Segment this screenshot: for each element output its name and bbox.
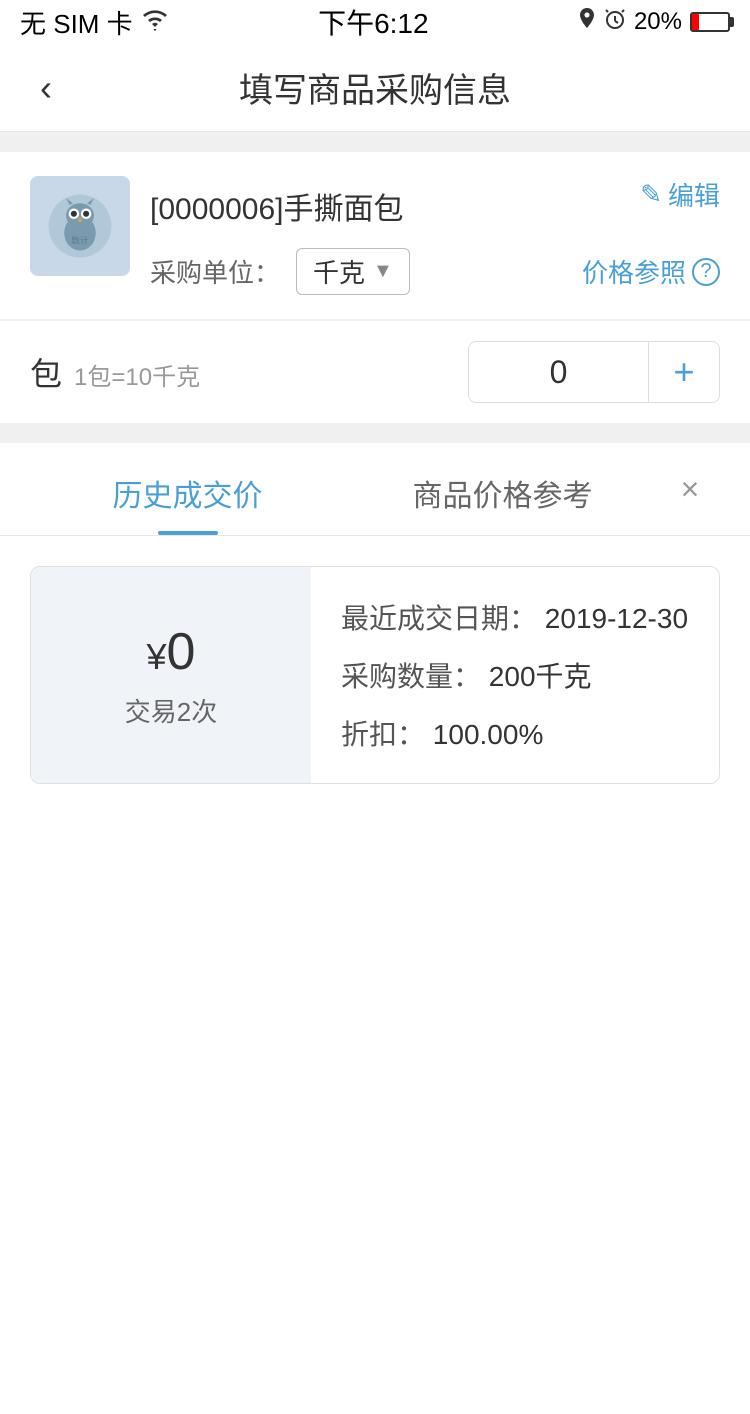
product-logo: 数计 [45,191,115,261]
quantity-input[interactable] [469,342,649,402]
unit-selector[interactable]: 千克 ▼ [296,248,410,295]
history-price-section: ¥0 交易2次 [31,567,311,783]
carrier-text: 无 SIM 卡 [20,4,133,41]
unit-label: 采购单位： [150,253,280,290]
nav-bar: ‹ 填写商品采购信息 [0,44,750,132]
product-thumbnail: 数计 [30,176,130,276]
recent-date-line: 最近成交日期： 2019-12-30 [341,597,689,637]
question-icon: ? [692,258,720,286]
recent-date-label: 最近成交日期： [341,603,537,634]
edit-link[interactable]: ✎ 编辑 [640,176,720,213]
price-ref-label: 价格参照 [582,253,686,290]
svg-text:数计: 数计 [71,235,89,246]
discount-value: 100.00% [433,719,544,750]
status-right: 20% [578,8,730,37]
product-name: [0000006]手撕面包 [150,184,410,228]
price-ref-link[interactable]: 价格参照 ? [582,253,720,290]
product-card: 数计 [0000006]手撕面包 采购单位： 千克 ▼ ✎ 编辑 [0,152,750,319]
currency-symbol: ¥ [147,636,167,677]
chevron-down-icon: ▼ [373,260,393,283]
location-icon [578,8,596,37]
qty-line: 采购数量： 200千克 [341,655,689,695]
quantity-unit-sub: 1包=10千克 [74,357,200,392]
panel-close-button[interactable]: × [660,459,720,519]
edit-icon: ✎ [640,179,662,210]
tab-history-price[interactable]: 历史成交价 [30,443,345,535]
discount-line: 折扣： 100.00% [341,713,689,753]
panel-container: 历史成交价 商品价格参考 × ¥0 交易2次 最近成交日期： 2019-12-3… [0,443,750,814]
quantity-row: 包 1包=10千克 + [0,321,750,423]
recent-date-value: 2019-12-30 [545,603,688,634]
status-bar: 无 SIM 卡 下午6:12 20% [0,0,750,44]
tabs-row: 历史成交价 商品价格参考 × [0,443,750,536]
discount-label: 折扣： [341,719,425,750]
quantity-plus-button[interactable]: + [649,342,719,402]
history-card: ¥0 交易2次 最近成交日期： 2019-12-30 采购数量： 200千克 折… [30,566,720,784]
history-price-value: ¥0 [147,622,196,682]
history-details-section: 最近成交日期： 2019-12-30 采购数量： 200千克 折扣： 100.0… [311,567,719,783]
history-trades: 交易2次 [125,692,217,729]
status-left: 无 SIM 卡 [20,4,169,41]
qty-value: 200千克 [489,661,592,692]
battery-percent: 20% [634,8,682,36]
quantity-unit-main: 包 [30,349,62,395]
qty-label: 采购数量： [341,661,481,692]
alarm-icon [604,8,626,37]
unit-value: 千克 [313,253,365,290]
back-button[interactable]: ‹ [30,57,62,119]
edit-label: 编辑 [668,176,720,213]
wifi-icon [141,7,169,38]
bottom-area [0,814,750,1414]
page-title: 填写商品采购信息 [239,63,511,112]
tab-price-reference[interactable]: 商品价格参考 [345,443,660,535]
history-content: ¥0 交易2次 最近成交日期： 2019-12-30 采购数量： 200千克 折… [0,536,750,814]
quantity-controls: + [468,341,720,403]
battery-icon [690,12,730,32]
time-display: 下午6:12 [318,2,429,42]
